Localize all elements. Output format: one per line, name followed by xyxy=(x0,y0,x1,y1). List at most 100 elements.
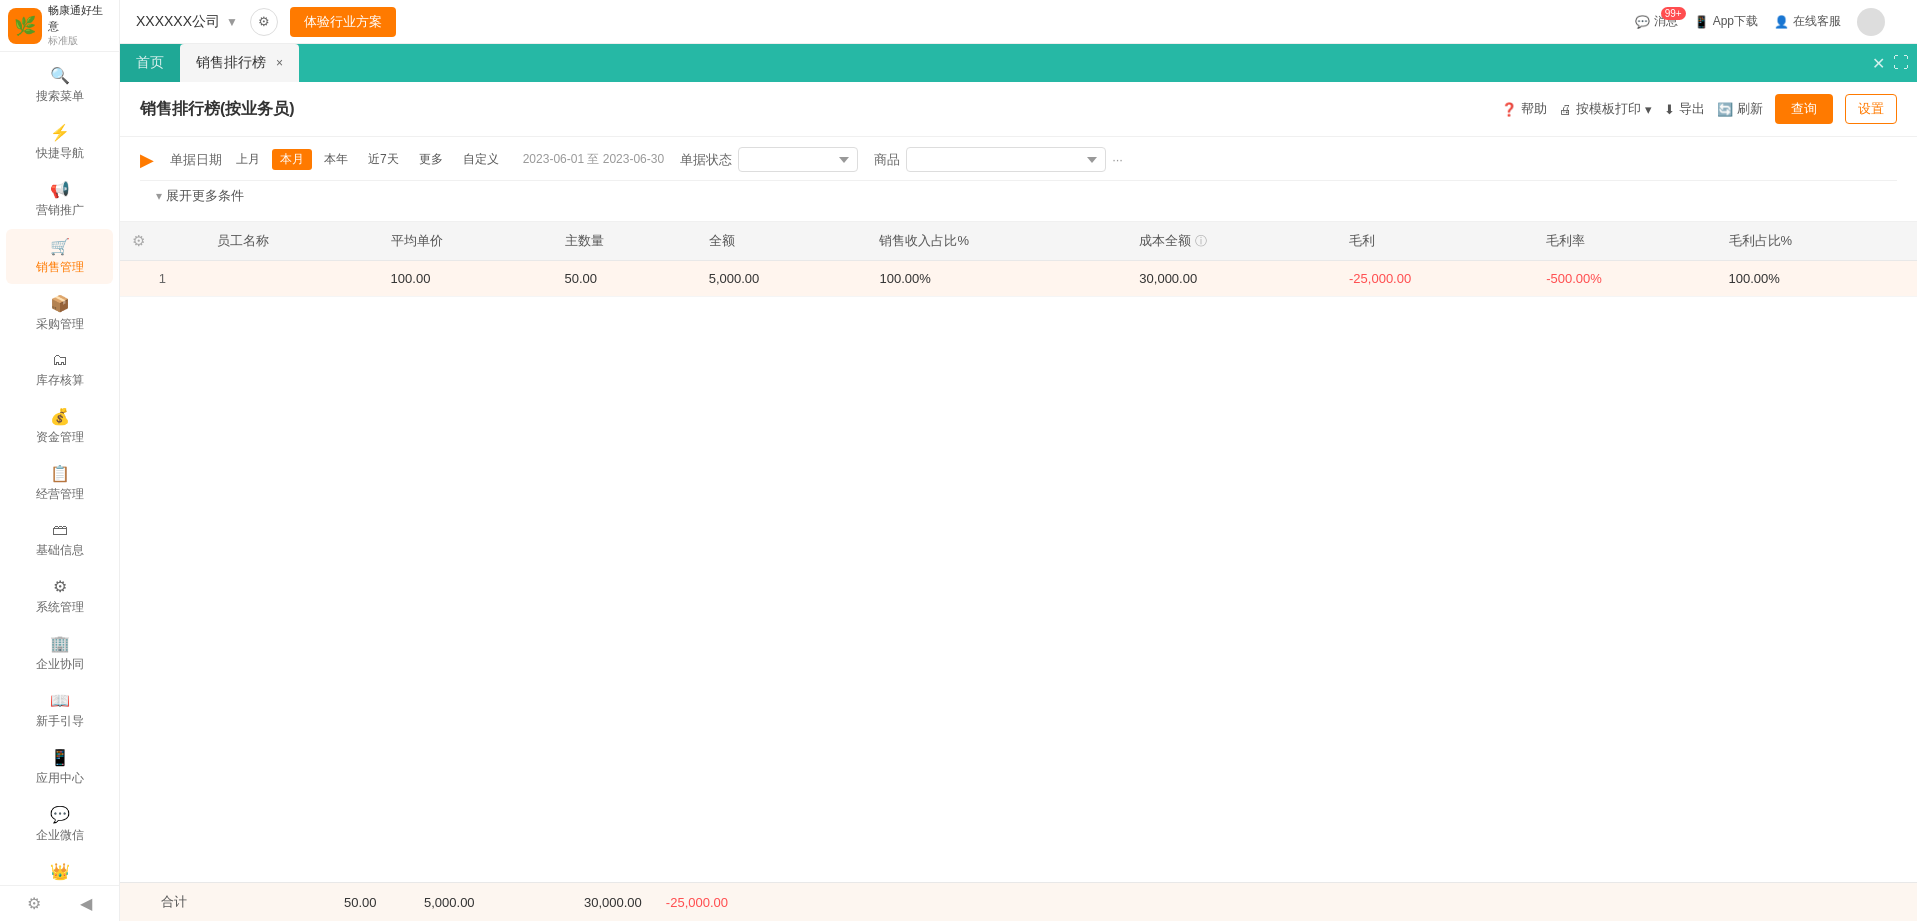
expand-down-icon: ▾ xyxy=(156,189,162,203)
gross-ratio-cell: 100.00% xyxy=(1717,261,1917,297)
online-service-btn[interactable]: 👤 在线客服 xyxy=(1774,13,1841,30)
col-main-qty: 主数量 xyxy=(553,222,697,261)
col-sales-ratio: 销售收入占比% xyxy=(867,222,1127,261)
gross-margin-cell: -500.00% xyxy=(1534,261,1716,297)
print-btn[interactable]: 🖨 按模板打印 ▾ xyxy=(1559,100,1652,118)
date-filter-label: 单据日期 xyxy=(170,151,222,169)
settings-footer-btn[interactable]: ⚙ xyxy=(27,894,41,913)
message-btn[interactable]: 💬 消息 99+ xyxy=(1635,13,1678,30)
export-btn[interactable]: ⬇ 导出 xyxy=(1664,100,1705,118)
date-tab-last-month[interactable]: 上月 xyxy=(228,149,268,170)
topbar-settings-btn[interactable]: ⚙ xyxy=(250,8,278,36)
message-icon: 💬 xyxy=(1635,15,1650,29)
export-icon: ⬇ xyxy=(1664,102,1675,117)
query-btn[interactable]: 查询 xyxy=(1775,94,1833,124)
total-amount-cell: 5,000.00 xyxy=(697,261,868,297)
table-row: 1 100.00 50.00 5,000.00 100.00% 30,000.0… xyxy=(120,261,1917,297)
goods-select[interactable] xyxy=(906,147,1106,172)
topbar-right: 💬 消息 99+ 📱 App下载 👤 在线客服 xyxy=(1635,8,1901,36)
page-actions: ❓ 帮助 🖨 按模板打印 ▾ ⬇ 导出 🔄 刷新 查询 设置 xyxy=(1501,94,1897,124)
sidebar-label-enterprise: 企业协同 xyxy=(36,656,84,673)
sidebar-footer: ⚙ ◀ xyxy=(0,885,119,921)
sidebar-item-inventory[interactable]: 🗂库存核算 xyxy=(6,343,113,397)
avatar[interactable] xyxy=(1857,8,1885,36)
sidebar-item-finance[interactable]: 💰资金管理 xyxy=(6,399,113,454)
purchase-icon: 📦 xyxy=(50,294,70,313)
message-badge: 99+ xyxy=(1661,7,1686,20)
main-qty-cell: 50.00 xyxy=(553,261,697,297)
col-total-amount: 全额 xyxy=(697,222,868,261)
sidebar-item-search[interactable]: 🔍搜索菜单 xyxy=(6,58,113,113)
tab-close-icon[interactable]: × xyxy=(276,56,283,70)
col-employee: 员工名称 xyxy=(205,222,379,261)
help-btn[interactable]: ❓ 帮助 xyxy=(1501,100,1547,118)
service-label: 在线客服 xyxy=(1793,13,1841,30)
export-label: 导出 xyxy=(1679,100,1705,118)
date-tabs: 上月 本月 本年 近7天 更多 自定义 xyxy=(228,149,507,170)
gross-profit-cell: -25,000.00 xyxy=(1337,261,1534,297)
status-filter-label: 单据状态 xyxy=(680,151,732,169)
date-tab-this-year[interactable]: 本年 xyxy=(316,149,356,170)
system-icon: ⚙ xyxy=(53,577,67,596)
total-label: 合计 xyxy=(161,894,187,909)
collapse-btn[interactable]: ◀ xyxy=(80,894,92,913)
col-avg-price: 平均单价 xyxy=(379,222,553,261)
sidebar-item-quick-nav[interactable]: ⚡快捷导航 xyxy=(6,115,113,170)
column-settings-icon[interactable]: ⚙ xyxy=(132,232,145,249)
sidebar-item-purchase[interactable]: 📦采购管理 xyxy=(6,286,113,341)
col-gross-margin: 毛利率 xyxy=(1534,222,1716,261)
data-table-area: ⚙ 员工名称 平均单价 主数量 全额 销售收入占比% 成本全额 ⓘ 毛利 毛利率… xyxy=(120,222,1917,882)
date-tab-this-month[interactable]: 本月 xyxy=(272,149,312,170)
footer-avg-price xyxy=(252,895,332,910)
inventory-icon: 🗂 xyxy=(52,351,68,369)
company-selector[interactable]: XXXXXX公司 ▼ xyxy=(136,13,238,31)
col-settings[interactable]: ⚙ xyxy=(120,222,205,261)
goods-filter-label: 商品 xyxy=(874,151,900,169)
date-tab-more[interactable]: 更多 xyxy=(411,149,451,170)
trial-button[interactable]: 体验行业方案 xyxy=(290,7,396,37)
setup-btn[interactable]: 设置 xyxy=(1845,94,1897,124)
status-filter: 单据状态 xyxy=(680,147,858,172)
refresh-btn[interactable]: 🔄 刷新 xyxy=(1717,100,1763,118)
goods-filter: 商品 ··· xyxy=(874,147,1123,172)
tab-close-all-icon[interactable]: ✕ xyxy=(1872,54,1885,73)
refresh-label: 刷新 xyxy=(1737,100,1763,118)
tab-fullscreen-icon[interactable]: ⛶ xyxy=(1893,54,1909,72)
footer-total-label: 合计 xyxy=(132,893,252,911)
filter-expand-arrow[interactable]: ▶ xyxy=(140,149,154,171)
status-select[interactable] xyxy=(738,147,858,172)
filter-bar: ▶ 单据日期 上月 本月 本年 近7天 更多 自定义 2023-06-01 至 … xyxy=(120,137,1917,222)
col-cost-total: 成本全额 ⓘ xyxy=(1127,222,1337,261)
sidebar-item-member[interactable]: 👑畅会员 xyxy=(6,854,113,885)
sidebar-item-enterprise[interactable]: 🏢企业协同 xyxy=(6,626,113,681)
sidebar-item-sales[interactable]: 🛒销售管理 xyxy=(6,229,113,284)
sidebar: 🌿 畅康通好生意 标准版 🔍搜索菜单⚡快捷导航📢营销推广🛒销售管理📦采购管理🗂库… xyxy=(0,0,120,921)
main-content: XXXXXX公司 ▼ ⚙ 体验行业方案 💬 消息 99+ 📱 App下载 👤 在… xyxy=(120,0,1917,921)
sidebar-item-operations[interactable]: 📋经营管理 xyxy=(6,456,113,511)
footer-gross-profit: -25,000.00 xyxy=(654,895,740,910)
tab-home[interactable]: 首页 xyxy=(120,44,180,82)
footer-values: 50.00 5,000.00 30,000.00 -25,000.00 xyxy=(252,895,1905,910)
page-header: 销售排行榜(按业务员) ❓ 帮助 🖨 按模板打印 ▾ ⬇ 导出 🔄 刷新 xyxy=(120,82,1917,137)
sidebar-item-basic-info[interactable]: 🗃基础信息 xyxy=(6,513,113,567)
more-filters-icon[interactable]: ··· xyxy=(1112,152,1123,167)
sidebar-item-system[interactable]: ⚙系统管理 xyxy=(6,569,113,624)
date-tab-custom[interactable]: 自定义 xyxy=(455,149,507,170)
sidebar-item-marketing[interactable]: 📢营销推广 xyxy=(6,172,113,227)
sidebar-label-sales: 销售管理 xyxy=(36,259,84,276)
tab-sales-rank[interactable]: 销售排行榜 × xyxy=(180,44,299,82)
date-tab-7days[interactable]: 近7天 xyxy=(360,149,407,170)
col-gross-profit: 毛利 xyxy=(1337,222,1534,261)
sidebar-item-guide[interactable]: 📖新手引导 xyxy=(6,683,113,738)
help-label: 帮助 xyxy=(1521,100,1547,118)
sidebar-item-wechat[interactable]: 💬企业微信 xyxy=(6,797,113,852)
sidebar-label-basic-info: 基础信息 xyxy=(36,542,84,559)
home-tab-label: 首页 xyxy=(136,54,164,72)
expand-conditions-btn[interactable]: ▾ 展开更多条件 xyxy=(140,180,1897,211)
footer-cost-total: 30,000.00 xyxy=(572,895,654,910)
footer-sales-ratio xyxy=(492,895,572,910)
col-gross-ratio: 毛利占比% xyxy=(1717,222,1917,261)
app-download-btn[interactable]: 📱 App下载 xyxy=(1694,13,1758,30)
sidebar-item-app-center[interactable]: 📱应用中心 xyxy=(6,740,113,795)
date-range-display: 2023-06-01 至 2023-06-30 xyxy=(523,151,664,168)
